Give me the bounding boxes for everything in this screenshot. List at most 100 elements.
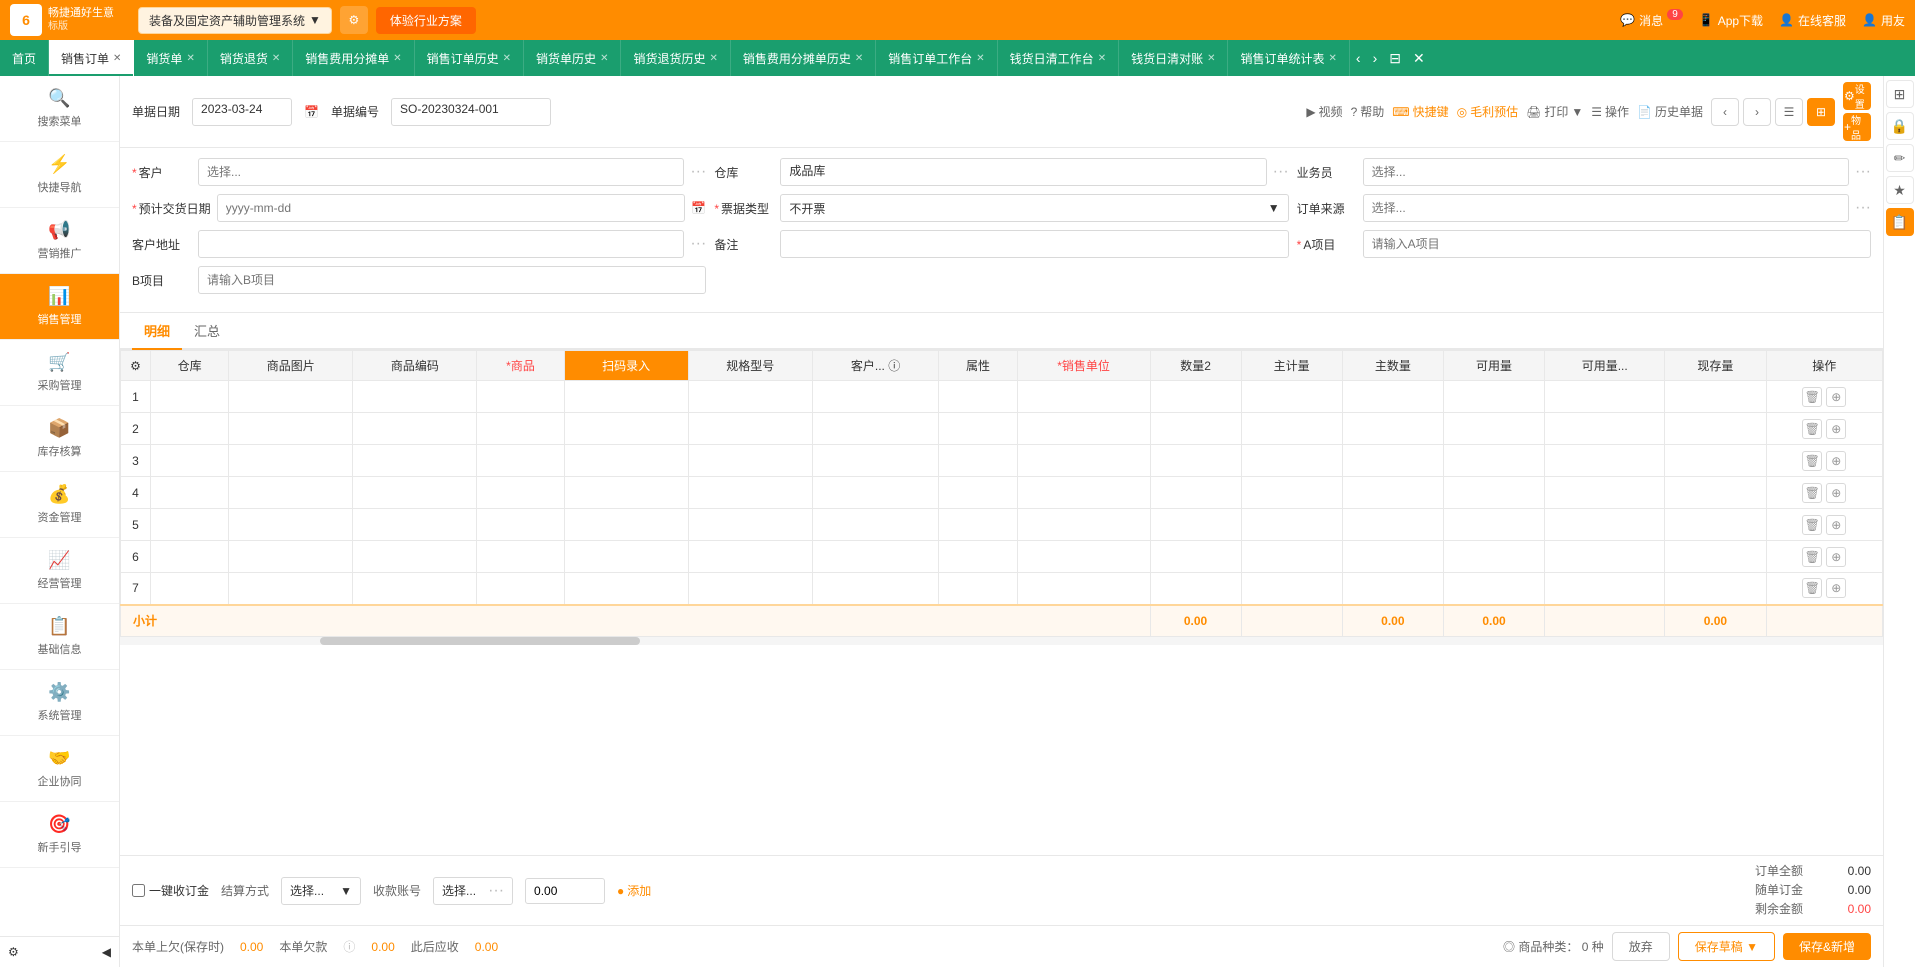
order-source-more-btn[interactable]: ··· xyxy=(1855,199,1871,217)
tab-sales-order[interactable]: 销售订单✕ xyxy=(49,40,134,76)
row-copy-btn[interactable]: ⊕ xyxy=(1826,451,1846,471)
calendar-icon[interactable]: 📅 xyxy=(304,105,319,119)
payment-method-select[interactable]: 选择... ▼ xyxy=(281,877,361,905)
discard-button[interactable]: 放弃 xyxy=(1612,932,1670,961)
print-btn[interactable]: 🖨 打印 ▼ xyxy=(1526,103,1583,120)
row-delete-btn[interactable]: 🗑 xyxy=(1802,387,1822,407)
customer-input[interactable] xyxy=(198,158,684,186)
invoice-type-select[interactable]: 不开票 ▼ xyxy=(780,194,1288,222)
help-btn[interactable]: ? 帮助 xyxy=(1351,103,1385,120)
tab-close-icon[interactable]: ✕ xyxy=(272,53,280,64)
shortcut-btn[interactable]: ⌨ 快捷键 xyxy=(1392,103,1448,120)
b-project-input[interactable] xyxy=(198,266,706,294)
sidebar-item-basic-info[interactable]: 📋 基础信息 xyxy=(0,604,119,670)
add-deposit-btn[interactable]: ● 添加 xyxy=(617,882,651,899)
tab-cash-reconcile[interactable]: 钱货日清对账✕ xyxy=(1119,40,1228,76)
sidebar-settings-icon[interactable]: ⚙ xyxy=(8,945,19,959)
row-delete-btn[interactable]: 🗑 xyxy=(1802,515,1822,535)
one-key-deposit-checkbox[interactable]: 一键收订金 xyxy=(132,882,209,899)
sidebar-item-sales[interactable]: 📊 销售管理 xyxy=(0,274,119,340)
list-view-btn[interactable]: ☰ xyxy=(1775,98,1803,126)
delivery-date-input[interactable] xyxy=(217,194,686,222)
system-title[interactable]: 装备及固定资产辅助管理系统 ▼ xyxy=(138,7,332,34)
tab-menu-btn[interactable]: ⊟ xyxy=(1383,50,1407,67)
tab-detail[interactable]: 明细 xyxy=(132,313,182,350)
tab-close-icon[interactable]: ✕ xyxy=(1098,53,1106,64)
row-copy-btn[interactable]: ⊕ xyxy=(1826,547,1846,567)
plan-button[interactable]: 体验行业方案 xyxy=(376,7,476,34)
row-delete-btn[interactable]: 🗑 xyxy=(1802,578,1822,598)
prev-record-btn[interactable]: ‹ xyxy=(1711,98,1739,126)
next-record-btn[interactable]: › xyxy=(1743,98,1771,126)
save-draft-button[interactable]: 保存草稿 ▼ xyxy=(1678,932,1775,961)
address-more-btn[interactable]: ··· xyxy=(690,235,706,253)
row-delete-btn[interactable]: 🗑 xyxy=(1802,451,1822,471)
tab-return-history[interactable]: 销货退货历史✕ xyxy=(621,40,730,76)
sidebar-item-guide[interactable]: 🎯 新手引导 xyxy=(0,802,119,868)
message-btn[interactable]: 💬 消息 9 xyxy=(1620,12,1683,29)
row-delete-btn[interactable]: 🗑 xyxy=(1802,419,1822,439)
form-view-btn[interactable]: ⊞ xyxy=(1807,98,1835,126)
row-copy-btn[interactable]: ⊕ xyxy=(1826,578,1846,598)
address-input[interactable] xyxy=(198,230,684,258)
tab-close-icon[interactable]: ✕ xyxy=(709,53,717,64)
tab-close-all-btn[interactable]: ✕ xyxy=(1407,50,1431,67)
row-copy-btn[interactable]: ⊕ xyxy=(1826,419,1846,439)
rs-grid-btn[interactable]: ⊞ xyxy=(1886,80,1914,108)
tab-close-icon[interactable]: ✕ xyxy=(393,53,401,64)
user-menu-btn[interactable]: 👤 用友 xyxy=(1862,12,1905,29)
warehouse-more-btn[interactable]: ··· xyxy=(1273,163,1289,181)
tab-sales-invoice-history[interactable]: 销货单历史✕ xyxy=(524,40,621,76)
settings-icon-btn[interactable]: ⚙ xyxy=(340,6,368,34)
scrollbar-thumb[interactable] xyxy=(320,637,640,645)
settings-side-btn[interactable]: ⚙ 设置 xyxy=(1843,82,1871,110)
date-picker-icon[interactable]: 📅 xyxy=(691,201,706,215)
sidebar-item-marketing[interactable]: 📢 营销推广 xyxy=(0,208,119,274)
tab-next-btn[interactable]: › xyxy=(1367,50,1384,66)
salesman-more-btn[interactable]: ··· xyxy=(1855,163,1871,181)
tab-cash-workbench[interactable]: 钱货日清工作台✕ xyxy=(998,40,1119,76)
sidebar-item-enterprise[interactable]: 🤝 企业协同 xyxy=(0,736,119,802)
tab-sales-order-history[interactable]: 销售订单历史✕ xyxy=(415,40,524,76)
salesman-input[interactable] xyxy=(1363,158,1849,186)
remark-input[interactable] xyxy=(780,230,1288,258)
tab-prev-btn[interactable]: ‹ xyxy=(1350,50,1367,66)
row-copy-btn[interactable]: ⊕ xyxy=(1826,387,1846,407)
sidebar-item-operations[interactable]: 📈 经营管理 xyxy=(0,538,119,604)
history-bill-btn[interactable]: 📄 历史单据 xyxy=(1637,103,1703,120)
profit-forecast-btn[interactable]: ◎ 毛利预估 xyxy=(1457,103,1519,120)
tab-sales-workbench[interactable]: 销售订单工作台✕ xyxy=(876,40,997,76)
row-copy-btn[interactable]: ⊕ xyxy=(1826,483,1846,503)
tab-close-icon[interactable]: ✕ xyxy=(113,53,121,64)
sidebar-item-quicknav[interactable]: ⚡ 快捷导航 xyxy=(0,142,119,208)
account-more-btn[interactable]: ··· xyxy=(488,882,504,900)
row-copy-btn[interactable]: ⊕ xyxy=(1826,515,1846,535)
app-download-btn[interactable]: 📱 App下载 xyxy=(1699,12,1763,29)
a-project-input[interactable] xyxy=(1363,230,1871,258)
tab-sales-return[interactable]: 销货退货✕ xyxy=(208,40,293,76)
receipt-account-select[interactable]: 选择... ··· xyxy=(433,877,513,905)
tab-close-icon[interactable]: ✕ xyxy=(1329,53,1337,64)
col-scan-input[interactable]: 扫码录入 xyxy=(564,351,688,381)
deposit-amount-input[interactable] xyxy=(525,878,605,904)
view-btn[interactable]: ▶ 视频 xyxy=(1306,103,1342,120)
tab-summary[interactable]: 汇总 xyxy=(182,313,232,350)
tab-fee-split-history[interactable]: 销售费用分摊单历史✕ xyxy=(731,40,876,76)
save-new-button[interactable]: 保存&新增 xyxy=(1783,933,1871,960)
tab-close-icon[interactable]: ✕ xyxy=(976,53,984,64)
row-delete-btn[interactable]: 🗑 xyxy=(1802,483,1822,503)
tab-close-icon[interactable]: ✕ xyxy=(186,53,194,64)
tab-close-icon[interactable]: ✕ xyxy=(600,53,608,64)
sidebar-item-purchase[interactable]: 🛒 采购管理 xyxy=(0,340,119,406)
row-delete-btn[interactable]: 🗑 xyxy=(1802,547,1822,567)
goods-side-btn[interactable]: + 物品 xyxy=(1843,113,1871,141)
tab-close-icon[interactable]: ✕ xyxy=(503,53,511,64)
rs-edit-btn[interactable]: ✏ xyxy=(1886,144,1914,172)
operate-btn[interactable]: ☰ 操作 xyxy=(1591,103,1629,120)
customer-more-btn[interactable]: ··· xyxy=(690,163,706,181)
tab-home[interactable]: 首页 xyxy=(0,40,49,76)
tab-sales-fee-split[interactable]: 销售费用分摊单✕ xyxy=(293,40,414,76)
warehouse-field[interactable]: 成品库 xyxy=(780,158,1266,186)
rs-lock-btn[interactable]: 🔒 xyxy=(1886,112,1914,140)
online-service-btn[interactable]: 👤 在线客服 xyxy=(1779,12,1846,29)
